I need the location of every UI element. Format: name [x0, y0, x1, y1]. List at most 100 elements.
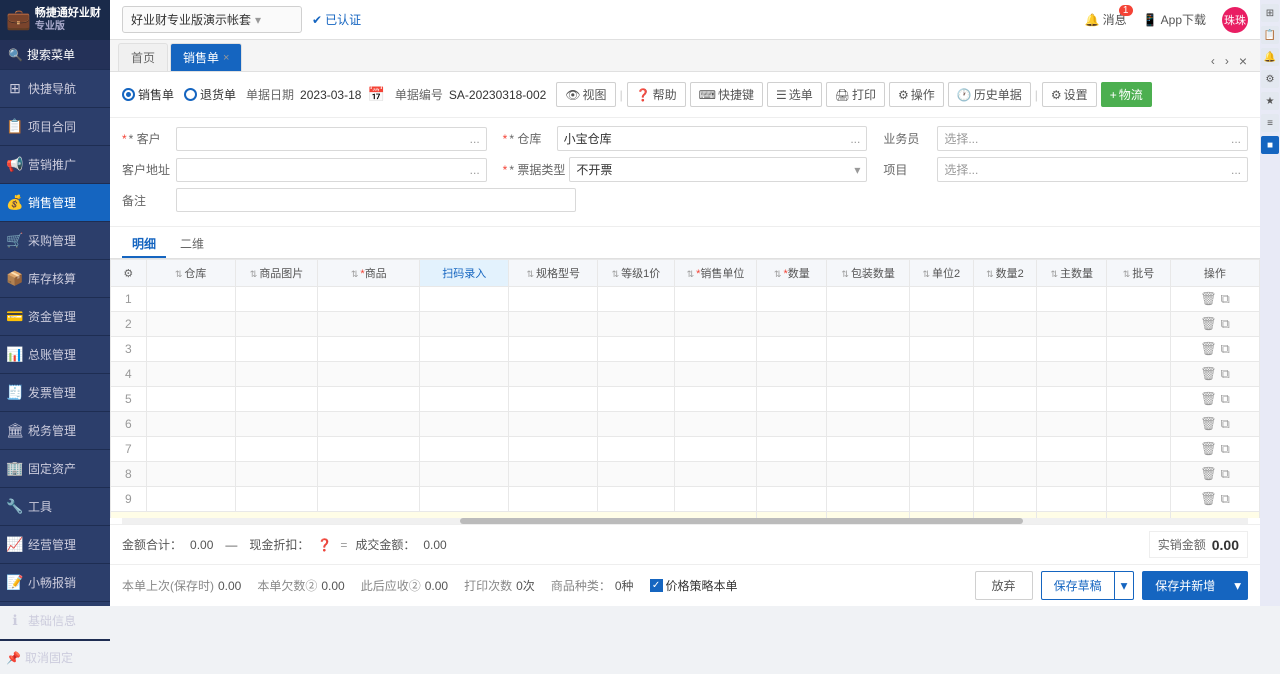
row-copy-btn-6[interactable]: ⧉	[1221, 416, 1230, 432]
cell-6-2[interactable]	[318, 412, 420, 437]
row-delete-btn-1[interactable]: 🗑	[1200, 291, 1217, 307]
cell-1-12[interactable]	[1107, 287, 1171, 312]
cell-7-1[interactable]	[235, 437, 318, 462]
cell-6-0[interactable]	[146, 412, 235, 437]
cell-5-11[interactable]	[1037, 387, 1107, 412]
cell-4-9[interactable]	[910, 362, 974, 387]
cell-7-3[interactable]	[420, 437, 509, 462]
right-panel-btn-6[interactable]: ≡	[1261, 114, 1279, 132]
right-panel-btn-5[interactable]: ★	[1261, 92, 1279, 110]
col-settings[interactable]: ⚙	[111, 260, 147, 287]
history-btn[interactable]: 🕐 历史单据	[948, 82, 1031, 107]
cell-4-12[interactable]	[1107, 362, 1171, 387]
tab-prev-btn[interactable]: ‹	[1206, 52, 1220, 70]
row-copy-btn-4[interactable]: ⧉	[1221, 366, 1230, 382]
app-download-btn[interactable]: 📱 App下载	[1143, 11, 1206, 28]
cell-7-8[interactable]	[827, 437, 910, 462]
cell-6-1[interactable]	[235, 412, 318, 437]
cell-8-0[interactable]	[146, 462, 235, 487]
row-delete-btn-4[interactable]: 🗑	[1200, 366, 1217, 382]
cell-2-6[interactable]	[674, 312, 757, 337]
cell-8-10[interactable]	[973, 462, 1037, 487]
cell-2-9[interactable]	[910, 312, 974, 337]
cell-2-2[interactable]	[318, 312, 420, 337]
row-delete-btn-3[interactable]: 🗑	[1200, 341, 1217, 357]
invoice-type-select[interactable]: 不开票 ▾	[569, 157, 867, 182]
print-btn[interactable]: 🖨 打印	[826, 82, 885, 107]
cell-5-4[interactable]	[509, 387, 598, 412]
sidebar-item-fixed-assets[interactable]: 🏢 固定资产	[0, 450, 110, 488]
sidebar-item-capital[interactable]: 💳 资金管理	[0, 298, 110, 336]
radio-return-order[interactable]: 退货单	[184, 86, 236, 103]
sidebar-item-purchase[interactable]: 🛒 采购管理	[0, 222, 110, 260]
cell-9-4[interactable]	[509, 487, 598, 512]
col-qty2[interactable]: ⇅数量2	[973, 260, 1037, 287]
right-panel-btn-1[interactable]: ⊞	[1261, 4, 1279, 22]
project-input[interactable]: 选择... ...	[937, 157, 1248, 182]
right-panel-btn-2[interactable]: 📋	[1261, 26, 1279, 44]
cell-6-10[interactable]	[973, 412, 1037, 437]
calendar-icon[interactable]: 📅	[367, 86, 384, 103]
help-btn[interactable]: ❓ 帮助	[627, 82, 686, 107]
row-copy-btn-2[interactable]: ⧉	[1221, 316, 1230, 332]
sidebar-item-marketing[interactable]: 📢 营销推广	[0, 146, 110, 184]
cell-8-12[interactable]	[1107, 462, 1171, 487]
cell-3-0[interactable]	[146, 337, 235, 362]
row-delete-btn-7[interactable]: 🗑	[1200, 441, 1217, 457]
cell-8-9[interactable]	[910, 462, 974, 487]
cell-8-2[interactable]	[318, 462, 420, 487]
cell-6-9[interactable]	[910, 412, 974, 437]
cell-3-2[interactable]	[318, 337, 420, 362]
tab-close-all-btn[interactable]: ×	[1234, 51, 1252, 71]
cell-4-6[interactable]	[674, 362, 757, 387]
sidebar-item-sales[interactable]: 💰 销售管理	[0, 184, 110, 222]
sidebar-cancel-pin[interactable]: 📌 取消固定	[0, 640, 110, 674]
cell-8-11[interactable]	[1037, 462, 1107, 487]
cell-8-5[interactable]	[598, 462, 674, 487]
tab-next-btn[interactable]: ›	[1220, 52, 1234, 70]
col-sales-unit[interactable]: ⇅*销售单位	[674, 260, 757, 287]
cell-6-8[interactable]	[827, 412, 910, 437]
cell-6-4[interactable]	[509, 412, 598, 437]
cell-1-3[interactable]	[420, 287, 509, 312]
cell-1-6[interactable]	[674, 287, 757, 312]
table-tab-detail[interactable]: 明细	[122, 231, 166, 258]
cell-1-7[interactable]	[757, 287, 827, 312]
col-scan-input[interactable]: 扫码录入	[420, 260, 509, 287]
cell-8-6[interactable]	[674, 462, 757, 487]
sidebar-item-basic[interactable]: ℹ 基础信息	[0, 602, 110, 640]
user-avatar[interactable]: 珠珠	[1222, 7, 1248, 33]
cell-6-5[interactable]	[598, 412, 674, 437]
cell-2-7[interactable]	[757, 312, 827, 337]
save-new-btn[interactable]: 保存并新增	[1142, 571, 1228, 600]
cell-3-1[interactable]	[235, 337, 318, 362]
sidebar-item-report[interactable]: 📝 小畅报销	[0, 564, 110, 602]
cell-5-1[interactable]	[235, 387, 318, 412]
col-main-qty[interactable]: ⇅主数量	[1037, 260, 1107, 287]
cell-7-7[interactable]	[757, 437, 827, 462]
cell-8-7[interactable]	[757, 462, 827, 487]
cell-4-8[interactable]	[827, 362, 910, 387]
cell-6-7[interactable]	[757, 412, 827, 437]
cell-2-1[interactable]	[235, 312, 318, 337]
sidebar-item-tax[interactable]: 🏛 税务管理	[0, 412, 110, 450]
cell-9-8[interactable]	[827, 487, 910, 512]
cell-1-0[interactable]	[146, 287, 235, 312]
cell-3-11[interactable]	[1037, 337, 1107, 362]
cell-2-11[interactable]	[1037, 312, 1107, 337]
messages-btn[interactable]: 🔔 消息 1	[1085, 11, 1127, 28]
cell-3-6[interactable]	[674, 337, 757, 362]
row-copy-btn-1[interactable]: ⧉	[1221, 291, 1230, 307]
col-pack-qty[interactable]: ⇅包装数量	[827, 260, 910, 287]
cell-7-2[interactable]	[318, 437, 420, 462]
cell-5-0[interactable]	[146, 387, 235, 412]
select-order-btn[interactable]: ☰ 选单	[767, 82, 822, 107]
cell-4-4[interactable]	[509, 362, 598, 387]
cell-5-9[interactable]	[910, 387, 974, 412]
cell-5-12[interactable]	[1107, 387, 1171, 412]
save-draft-arrow-btn[interactable]: ▾	[1115, 571, 1135, 600]
cell-4-3[interactable]	[420, 362, 509, 387]
row-copy-btn-5[interactable]: ⧉	[1221, 391, 1230, 407]
radio-sales-order[interactable]: 销售单	[122, 86, 174, 103]
col-product[interactable]: ⇅*商品	[318, 260, 420, 287]
